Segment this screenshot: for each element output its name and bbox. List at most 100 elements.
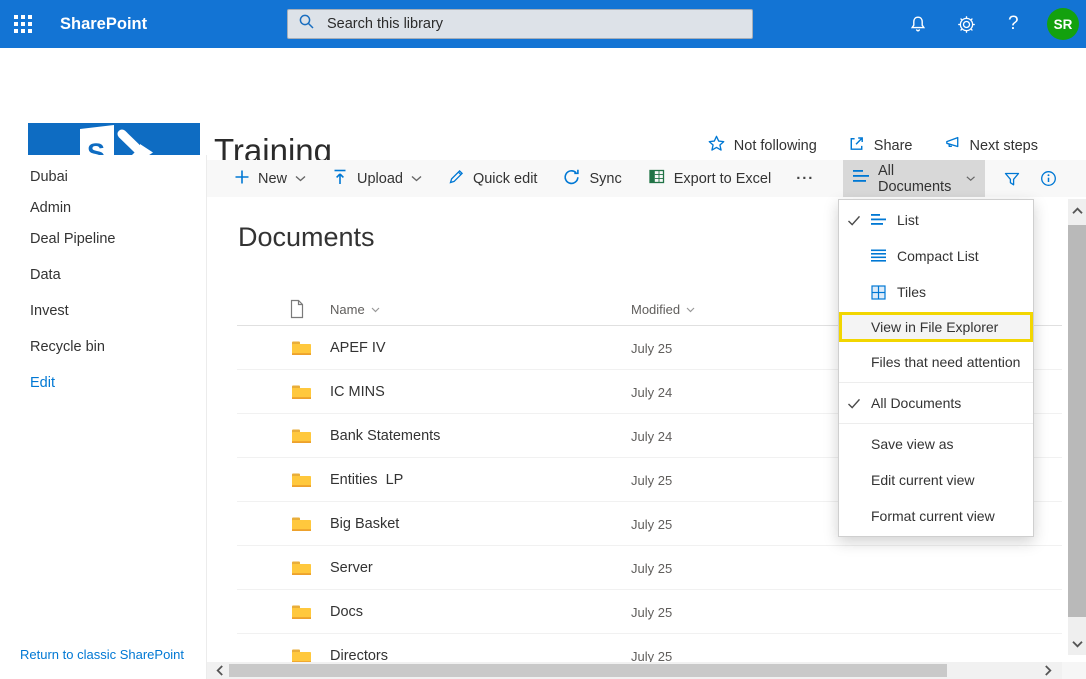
menu-divider [839,382,1033,383]
folder-icon [291,604,312,625]
settings-gear-icon[interactable] [956,0,977,48]
search-icon [298,13,315,35]
sidebar-item-admin[interactable]: Admin [30,200,71,220]
menu-item-label: View in File Explorer [871,319,998,335]
list-view-icon [853,169,870,188]
menu-item-all-documents[interactable]: All Documents [839,385,1033,421]
command-bar: New Upload Quick edit [207,160,1086,197]
share-label: Share [874,138,913,154]
menu-item-label: Format current view [871,508,995,524]
row-name[interactable]: Bank Statements [330,428,440,444]
menu-item-save-view-as[interactable]: Save view as [839,426,1033,462]
column-header-modified[interactable]: Modified [631,302,695,317]
sidebar-item-edit[interactable]: Edit [30,375,55,395]
row-modified: July 25 [631,341,672,356]
new-label: New [258,171,287,187]
folder-icon [291,516,312,537]
menu-item-edit-current-view[interactable]: Edit current view [839,462,1033,498]
library-heading: Documents [238,222,375,253]
check-icon [847,215,871,226]
command-bar-left: New Upload Quick edit [207,160,814,197]
share-button[interactable]: Share [847,134,913,157]
scroll-up-arrow-icon[interactable] [1068,201,1086,219]
sidebar-item-invest[interactable]: Invest [30,303,69,323]
app-launcher-waffle-icon[interactable] [13,14,33,34]
quick-edit-button[interactable]: Quick edit [447,168,537,190]
folder-icon [291,428,312,449]
row-modified: July 25 [631,605,672,620]
suite-bar: SharePoint ? S [0,0,1086,48]
left-navigation: Dubai Admin Deal Pipeline Data Invest Re… [0,155,207,679]
row-modified: July 25 [631,473,672,488]
row-name[interactable]: Big Basket [330,516,399,532]
list-icon [871,213,897,227]
sidebar-item-dubai[interactable]: Dubai [30,169,68,189]
new-button[interactable]: New [234,169,306,189]
sync-label: Sync [589,171,621,187]
next-steps-label: Next steps [970,138,1039,154]
tiles-icon [871,285,897,300]
header-actions: Not following Share Next steps [707,134,1038,157]
sidebar-item-recycle-bin[interactable]: Recycle bin [30,339,105,359]
column-header-name[interactable]: Name [330,302,380,317]
scroll-right-arrow-icon[interactable] [1040,662,1056,679]
folder-icon [291,472,312,493]
view-options-menu: List Compact List Tiles View in File Exp… [838,199,1034,537]
view-selector-button[interactable]: All Documents [843,160,985,197]
row-modified: July 24 [631,429,672,444]
info-icon[interactable] [1039,169,1058,193]
notifications-bell-icon[interactable] [908,0,928,48]
menu-item-tiles[interactable]: Tiles [839,274,1033,310]
avatar[interactable]: SR [1047,8,1079,40]
overflow-ellipsis-button[interactable]: ··· [796,170,814,187]
scroll-down-arrow-icon[interactable] [1068,635,1086,653]
not-following-button[interactable]: Not following [707,134,817,157]
menu-item-label: Files that need attention [871,354,1020,370]
excel-grid-icon [647,167,666,190]
menu-item-files-that-need-attention[interactable]: Files that need attention [839,344,1033,380]
menu-item-label: Compact List [897,248,979,264]
sort-chevron-icon [371,307,380,313]
check-icon [847,398,871,409]
chevron-down-icon [411,175,422,182]
vertical-scrollbar[interactable] [1068,199,1086,655]
upload-label: Upload [357,171,403,187]
export-to-excel-button[interactable]: Export to Excel [647,167,772,190]
chevron-down-icon [295,175,306,182]
sort-chevron-icon [686,307,695,313]
help-icon[interactable]: ? [1008,0,1019,48]
menu-item-label: Edit current view [871,472,974,488]
sidebar-item-data[interactable]: Data [30,267,61,287]
row-name[interactable]: Entities LP [330,472,403,488]
sidebar-item-deal-pipeline[interactable]: Deal Pipeline [30,231,115,251]
search-box[interactable] [287,9,753,39]
menu-item-list[interactable]: List [839,202,1033,238]
sync-button[interactable]: Sync [562,167,621,190]
modified-header-label: Modified [631,302,680,317]
return-to-classic-link[interactable]: Return to classic SharePoint [20,647,184,662]
horizontal-scrollbar-thumb[interactable] [229,664,947,677]
horizontal-scrollbar[interactable] [207,662,1062,679]
menu-item-label: Tiles [897,284,926,300]
menu-item-compact-list[interactable]: Compact List [839,238,1033,274]
row-name[interactable]: Docs [330,604,363,620]
row-name[interactable]: Server [330,560,373,576]
menu-item-view-in-file-explorer[interactable]: View in File Explorer [839,312,1033,342]
table-row[interactable]: Server July 25 [237,546,1062,590]
scrollbar-corner [1062,662,1086,679]
scroll-left-arrow-icon[interactable] [211,662,227,679]
upload-button[interactable]: Upload [331,168,422,190]
table-row[interactable]: Docs July 25 [237,590,1062,634]
filter-icon[interactable] [1002,169,1022,193]
row-name[interactable]: APEF IV [330,340,386,356]
not-following-label: Not following [734,138,817,154]
pencil-icon [447,168,465,190]
row-name[interactable]: IC MINS [330,384,385,400]
vertical-scrollbar-thumb[interactable] [1068,225,1086,617]
menu-item-format-current-view[interactable]: Format current view [839,498,1033,534]
next-steps-button[interactable]: Next steps [943,134,1039,157]
search-input[interactable] [325,15,742,33]
menu-item-label: Save view as [871,436,953,452]
site-header: S Training Not following [0,48,1086,155]
chevron-down-icon [966,175,975,182]
